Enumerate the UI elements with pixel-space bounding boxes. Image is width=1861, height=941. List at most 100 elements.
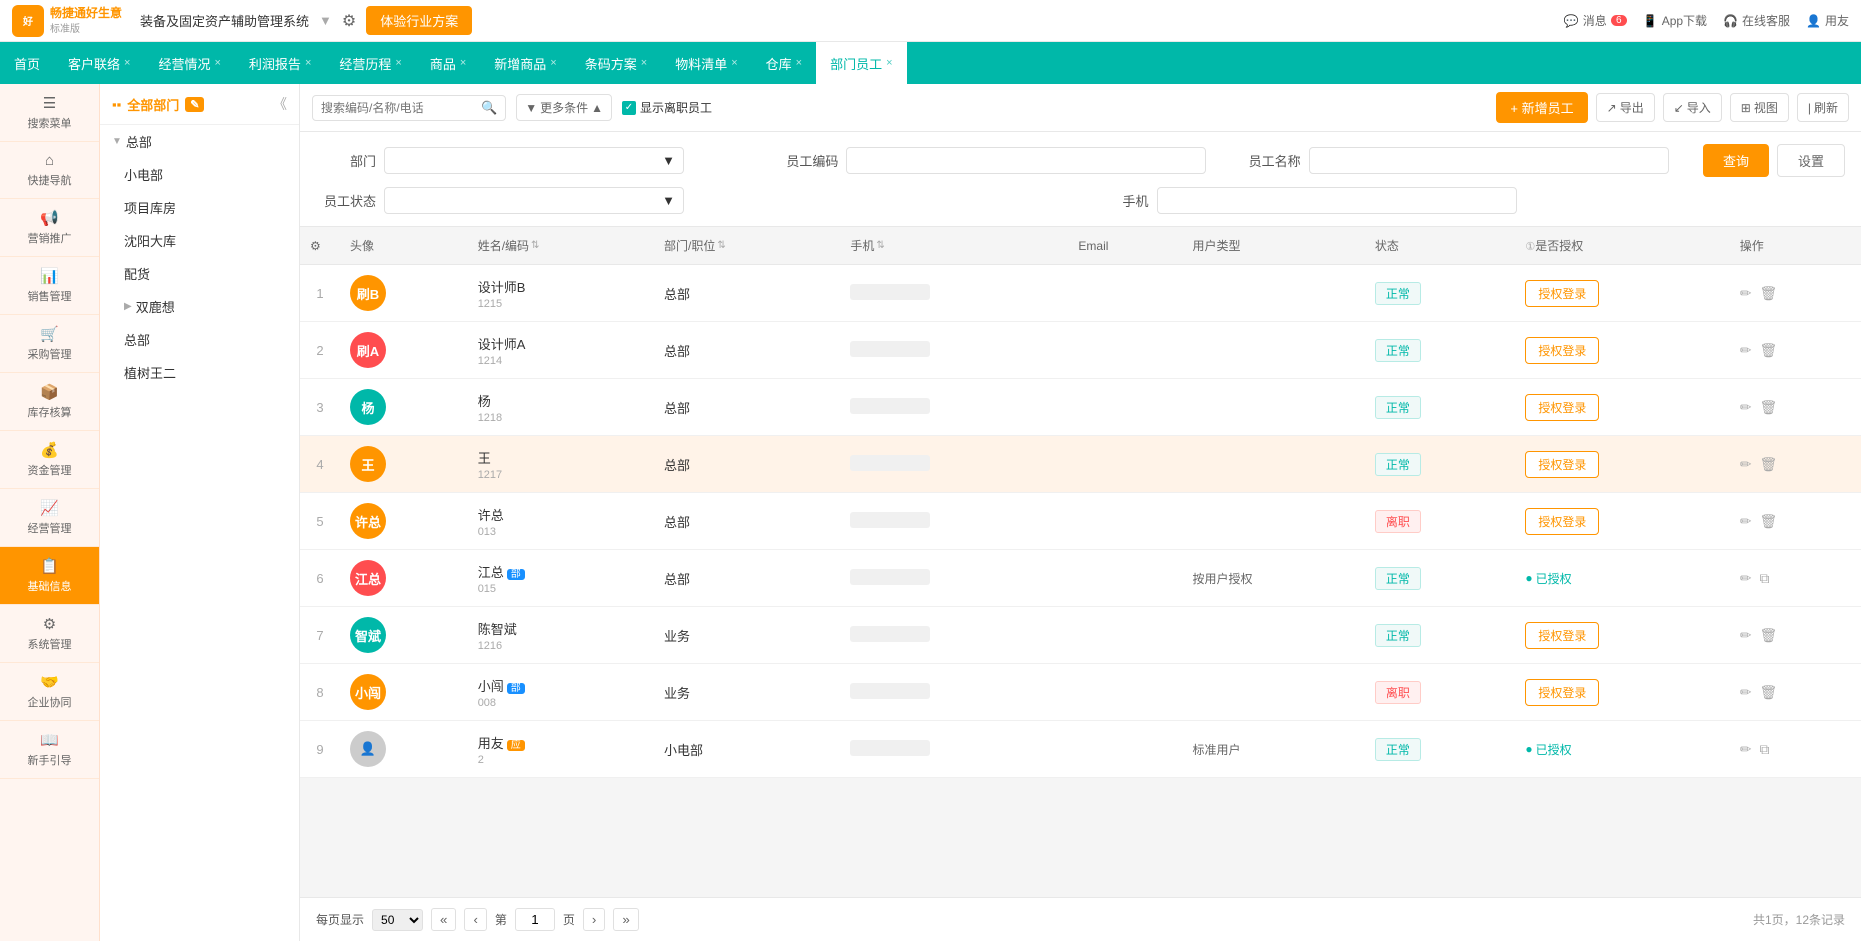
nav-item-department[interactable]: 部门员工× xyxy=(816,42,906,84)
nav-item-warehouse[interactable]: 仓库× xyxy=(752,42,816,84)
delete-icon[interactable]: 🗑 xyxy=(1760,684,1778,701)
show-resigned-toggle[interactable]: ✓ 显示离职员工 xyxy=(622,99,712,116)
nav-item-profit[interactable]: 利润报告× xyxy=(235,42,325,84)
auth-button[interactable]: 授权登录 xyxy=(1525,280,1599,307)
status-select[interactable]: ▼ xyxy=(384,187,684,214)
nav-item-customer[interactable]: 客户联络× xyxy=(54,42,144,84)
emp-name-input[interactable] xyxy=(1309,147,1669,174)
lm-item-search[interactable]: ☰ 搜索菜单 xyxy=(0,84,99,142)
nav-item-home[interactable]: 首页 xyxy=(0,42,54,84)
edit-icon[interactable]: ✏ xyxy=(1740,285,1752,302)
delete-icon[interactable]: 🗑 xyxy=(1760,399,1778,416)
close-icon[interactable]: × xyxy=(124,57,130,69)
delete-icon[interactable]: 🗑 xyxy=(1760,342,1778,359)
auth-button[interactable]: 授权登录 xyxy=(1525,394,1599,421)
edit-icon[interactable]: ✏ xyxy=(1740,684,1752,701)
import-button[interactable]: ↙ 导入 xyxy=(1663,93,1722,122)
edit-icon[interactable]: ✏ xyxy=(1740,456,1752,473)
auth-button[interactable]: 授权登录 xyxy=(1525,622,1599,649)
delete-icon[interactable]: 🗑 xyxy=(1760,456,1778,473)
dept-node-zhishu[interactable]: 植树王二 xyxy=(100,356,299,389)
app-download-btn[interactable]: 📱 App下载 xyxy=(1643,12,1707,29)
search-icon[interactable]: 🔍 xyxy=(481,100,497,116)
auth-button[interactable]: 授权登录 xyxy=(1525,451,1599,478)
prev-page-button[interactable]: ‹ xyxy=(464,908,486,931)
view-button[interactable]: ⊞ 视图 xyxy=(1730,93,1789,122)
edit-icon[interactable]: ✏ xyxy=(1740,513,1752,530)
lm-item-collab[interactable]: 🤝 企业协同 xyxy=(0,663,99,721)
export-button[interactable]: ↗ 导出 xyxy=(1596,93,1655,122)
edit-icon[interactable]: ✏ xyxy=(1740,741,1752,758)
online-service-btn[interactable]: 🎧 在线客服 xyxy=(1723,12,1790,29)
more-button[interactable]: | 刷新 xyxy=(1797,93,1849,122)
lm-item-purchase[interactable]: 🛒 采购管理 xyxy=(0,315,99,373)
dept-node-shenyang[interactable]: 沈阳大库 xyxy=(100,224,299,257)
more-conditions-btn[interactable]: ▼ 更多条件 ▲ xyxy=(516,94,612,121)
delete-icon[interactable]: 🗑 xyxy=(1760,627,1778,644)
nav-item-bom[interactable]: 物料清单× xyxy=(661,42,751,84)
th-phone[interactable]: 手机⇅ xyxy=(840,227,1068,265)
th-settings[interactable]: ⚙ xyxy=(300,227,340,265)
delete-icon[interactable]: 🗑 xyxy=(1760,285,1778,302)
edit-icon[interactable]: ✏ xyxy=(1740,342,1752,359)
close-icon[interactable]: × xyxy=(395,57,401,69)
lm-item-system[interactable]: ⚙ 系统管理 xyxy=(0,605,99,663)
next-page-button[interactable]: › xyxy=(583,908,605,931)
settings-icon[interactable]: ⚙ xyxy=(342,11,356,31)
lm-item-marketing[interactable]: 📢 营销推广 xyxy=(0,199,99,257)
dept-node-zongbu-parent[interactable]: ▼ 总部 xyxy=(100,125,299,158)
message-btn[interactable]: 💬 消息 6 xyxy=(1564,12,1627,29)
dept-node-xianmu[interactable]: 项目库房 xyxy=(100,191,299,224)
search-input[interactable] xyxy=(321,101,481,115)
nav-item-operation[interactable]: 经营情况× xyxy=(144,42,234,84)
edit-icon[interactable]: ✏ xyxy=(1740,627,1752,644)
auth-button[interactable]: 授权登录 xyxy=(1525,337,1599,364)
delete-icon[interactable]: 🗑 xyxy=(1760,513,1778,530)
dept-node-shuanglu[interactable]: ▶ 双鹿想 xyxy=(100,290,299,323)
th-dept[interactable]: 部门/职位⇅ xyxy=(654,227,840,265)
close-icon[interactable]: × xyxy=(305,57,311,69)
close-icon[interactable]: × xyxy=(731,57,737,69)
lm-item-guide[interactable]: 📖 新手引导 xyxy=(0,721,99,779)
trial-button[interactable]: 体验行业方案 xyxy=(366,6,472,35)
lm-item-sales[interactable]: 📊 销售管理 xyxy=(0,257,99,315)
nav-item-process[interactable]: 经营历程× xyxy=(325,42,415,84)
close-icon[interactable]: × xyxy=(641,57,647,69)
close-icon[interactable]: × xyxy=(460,57,466,69)
copy-icon[interactable]: ⧉ xyxy=(1760,570,1770,587)
nav-item-barcode[interactable]: 条码方案× xyxy=(571,42,661,84)
close-icon[interactable]: × xyxy=(214,57,220,69)
close-icon-dept[interactable]: × xyxy=(886,57,892,69)
dept-edit-icon[interactable]: ✎ xyxy=(185,97,204,112)
edit-icon[interactable]: ✏ xyxy=(1740,570,1752,587)
lm-item-quicknav[interactable]: ⌂ 快捷导航 xyxy=(0,142,99,199)
lm-item-basic-info[interactable]: 📋 基础信息 xyxy=(0,547,99,605)
last-page-button[interactable]: » xyxy=(613,908,638,931)
lm-item-inventory[interactable]: 📦 库存核算 xyxy=(0,373,99,431)
auth-button[interactable]: 授权登录 xyxy=(1525,679,1599,706)
dropdown-icon[interactable]: ▼ xyxy=(319,13,332,28)
auth-button[interactable]: 授权登录 xyxy=(1525,508,1599,535)
phone-input[interactable] xyxy=(1157,187,1517,214)
close-icon[interactable]: × xyxy=(796,57,802,69)
emp-code-input[interactable] xyxy=(846,147,1206,174)
lm-item-finance[interactable]: 💰 资金管理 xyxy=(0,431,99,489)
query-button[interactable]: 查询 xyxy=(1703,144,1769,177)
page-number-input[interactable] xyxy=(515,908,555,931)
user-btn[interactable]: 👤 用友 xyxy=(1806,12,1849,29)
dept-node-xiaodian[interactable]: 小电部 xyxy=(100,158,299,191)
copy-icon[interactable]: ⧉ xyxy=(1760,741,1770,758)
per-page-select[interactable]: 50 100 200 xyxy=(372,909,423,931)
lm-item-operation-mgmt[interactable]: 📈 经营管理 xyxy=(0,489,99,547)
dept-select[interactable]: ▼ xyxy=(384,147,684,174)
edit-icon[interactable]: ✏ xyxy=(1740,399,1752,416)
set-button[interactable]: 设置 xyxy=(1777,144,1845,177)
collapse-icon[interactable]: 《 xyxy=(273,94,287,114)
th-name[interactable]: 姓名/编码⇅ xyxy=(468,227,654,265)
close-icon[interactable]: × xyxy=(550,57,556,69)
dept-node-zongbu[interactable]: 总部 xyxy=(100,323,299,356)
first-page-button[interactable]: « xyxy=(431,908,456,931)
add-employee-button[interactable]: + 新增员工 xyxy=(1496,92,1587,123)
nav-item-new-goods[interactable]: 新增商品× xyxy=(480,42,570,84)
dept-node-peihuo[interactable]: 配货 xyxy=(100,257,299,290)
